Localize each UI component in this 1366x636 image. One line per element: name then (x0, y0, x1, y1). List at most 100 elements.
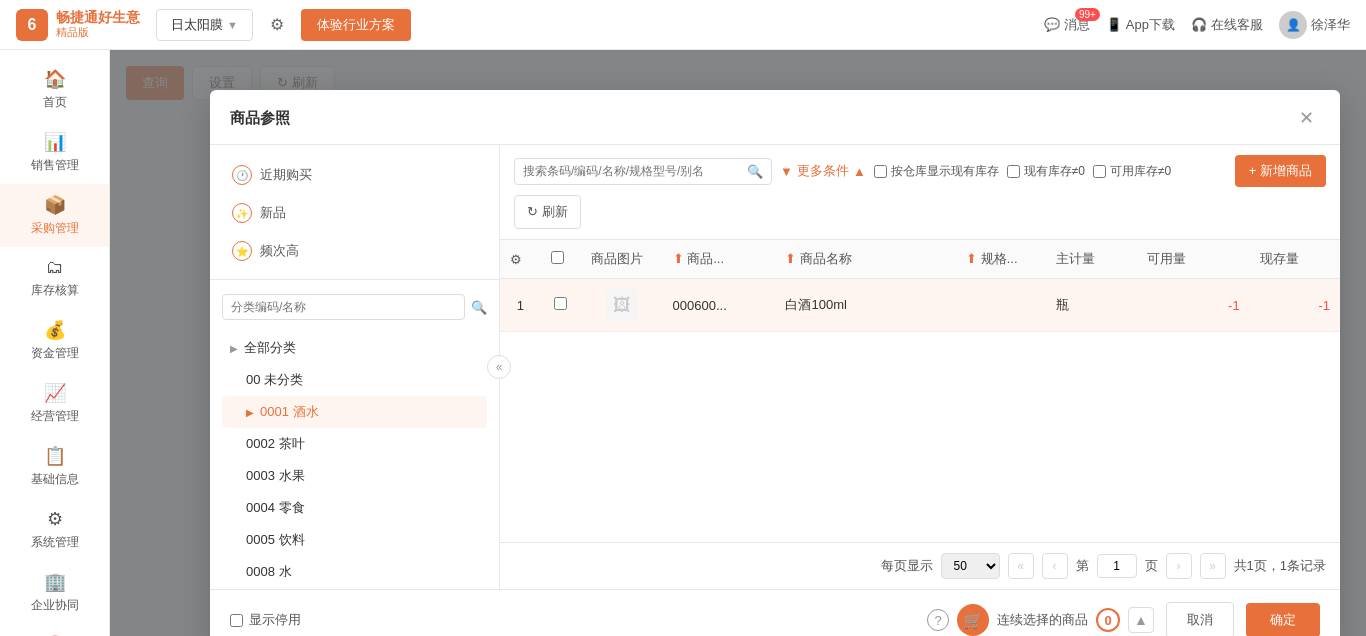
col-header-spec[interactable]: ⬆ 规格... (956, 240, 1046, 279)
sidebar-item-enterprise[interactable]: 🏢 企业协同 (0, 561, 109, 624)
row-code-cell: 000600... (663, 279, 776, 332)
col-header-img: 商品图片 (581, 240, 662, 279)
tab-high-frequency[interactable]: ⭐ 频次高 (222, 233, 487, 269)
tree-item-0004[interactable]: 0004 零食 (222, 492, 487, 524)
per-page-select[interactable]: 50 10 20 100 (941, 553, 1000, 579)
add-product-button[interactable]: + 新增商品 (1235, 155, 1326, 187)
user-nav-item[interactable]: 👤 徐泽华 (1279, 11, 1350, 39)
usable-stock-checkbox[interactable] (1093, 165, 1106, 178)
more-filter-button[interactable]: ▼ 更多条件 ▲ (780, 162, 866, 180)
tree-label-0004: 0004 零食 (246, 499, 305, 517)
left-panel-tabs: 🕐 近期购买 ✨ 新品 ⭐ 频次高 (210, 157, 499, 269)
logo-area: 6 畅捷通好生意 精品版 (16, 9, 140, 41)
sidebar-item-guide[interactable]: 🎯 新手引导 (0, 624, 109, 636)
sidebar-item-home[interactable]: 🏠 首页 (0, 58, 109, 121)
store-selector[interactable]: 日太阳膜 ▼ (156, 9, 253, 41)
collapse-left-panel-button[interactable]: « (487, 355, 511, 379)
first-page-button[interactable]: « (1008, 553, 1034, 579)
col-header-checkbox[interactable] (541, 240, 582, 279)
row-spec-cell (956, 279, 1046, 332)
checkbox-usable-stock-filter[interactable]: 可用库存≠0 (1093, 163, 1171, 180)
warehouse-checkbox[interactable] (874, 165, 887, 178)
warehouse-filter-label: 按仓库显示现有库存 (891, 163, 999, 180)
show-disabled-checkbox[interactable] (230, 614, 243, 627)
row-available-cell: -1 (1137, 279, 1250, 332)
message-icon: 💬 (1044, 17, 1060, 32)
modal-close-button[interactable]: ✕ (1292, 104, 1320, 132)
tree-item-0005[interactable]: 0005 饮料 (222, 524, 487, 556)
col-name-sort-icon: ⬆ (785, 251, 796, 266)
sidebar-label-enterprise: 企业协同 (31, 597, 79, 614)
tab-recent-purchase[interactable]: 🕐 近期购买 (222, 157, 487, 193)
category-tree: ▶ 全部分类 00 未分类 ▶ 0001 酒水 0002 茶叶 (210, 324, 499, 577)
sidebar-item-inventory[interactable]: 🗂 库存核算 (0, 247, 109, 309)
tree-item-0003[interactable]: 0003 水果 (222, 460, 487, 492)
sidebar-label-system: 系统管理 (31, 534, 79, 551)
table-row[interactable]: 1 🖼 000600... 白酒100ml 瓶 -1 (500, 279, 1340, 332)
select-all-checkbox[interactable] (551, 251, 564, 264)
dropdown-arrow-icon: ▼ (227, 19, 238, 31)
prev-page-button[interactable]: ‹ (1042, 553, 1068, 579)
sidebar-item-basic[interactable]: 📋 基础信息 (0, 435, 109, 498)
col-code-label: 商品... (687, 251, 724, 266)
refresh-button[interactable]: ↻ 刷新 (514, 195, 581, 229)
product-search-box[interactable]: 🔍 (514, 158, 772, 185)
col-header-available: 可用量 (1137, 240, 1250, 279)
tree-item-00[interactable]: 00 未分类 (222, 364, 487, 396)
show-disabled-label: 显示停用 (249, 611, 301, 629)
tree-item-0008[interactable]: 0008 水 (222, 556, 487, 577)
finance-icon: 💰 (44, 319, 66, 341)
tree-item-0002[interactable]: 0002 茶叶 (222, 428, 487, 460)
page-number-input[interactable] (1097, 554, 1137, 578)
page-total-label: 共1页，1条记录 (1234, 557, 1326, 575)
message-nav-item[interactable]: 💬 消息 99 (1044, 16, 1090, 34)
category-search-icon[interactable]: 🔍 (471, 300, 487, 315)
per-page-label: 每页显示 (881, 557, 933, 575)
available-stock-checkbox[interactable] (1007, 165, 1020, 178)
tree-item-all[interactable]: ▶ 全部分类 (222, 332, 487, 364)
page-suffix: 页 (1145, 557, 1158, 575)
sidebar: 🏠 首页 📊 销售管理 📦 采购管理 🗂 库存核算 💰 资金管理 📈 经营管理 … (0, 50, 110, 636)
experience-button[interactable]: 体验行业方案 (301, 9, 411, 41)
tab-recent-purchase-label: 近期购买 (260, 166, 312, 184)
col-header-name[interactable]: ⬆ 商品名称 (775, 240, 956, 279)
category-search-input[interactable] (222, 294, 465, 320)
sidebar-label-finance: 资金管理 (31, 345, 79, 362)
home-icon: 🏠 (44, 68, 66, 90)
col-header-code[interactable]: ⬆ 商品... (663, 240, 776, 279)
customer-service-nav-item[interactable]: 🎧 在线客服 (1191, 16, 1263, 34)
sidebar-item-operation[interactable]: 📈 经营管理 (0, 372, 109, 435)
inventory-icon: 🗂 (46, 257, 64, 278)
sidebar-item-system[interactable]: ⚙ 系统管理 (0, 498, 109, 561)
top-nav: 6 畅捷通好生意 精品版 日太阳膜 ▼ ⚙ 体验行业方案 💬 消息 99 📱 A… (0, 0, 1366, 50)
usable-stock-filter-label: 可用库存≠0 (1110, 163, 1171, 180)
help-icon[interactable]: ? (927, 609, 949, 631)
settings-gear-icon[interactable]: ⚙ (261, 9, 293, 41)
sidebar-item-sales[interactable]: 📊 销售管理 (0, 121, 109, 184)
cancel-button[interactable]: 取消 (1166, 602, 1234, 636)
col-header-settings[interactable]: ⚙ (500, 240, 541, 279)
product-search-icon: 🔍 (747, 164, 763, 179)
operation-icon: 📈 (44, 382, 66, 404)
sidebar-label-purchase: 采购管理 (31, 220, 79, 237)
checkbox-warehouse-filter[interactable]: 按仓库显示现有库存 (874, 163, 999, 180)
app-download-nav-item[interactable]: 📱 App下载 (1106, 16, 1175, 34)
next-page-button[interactable]: › (1166, 553, 1192, 579)
tree-item-0001[interactable]: ▶ 0001 酒水 (222, 396, 487, 428)
product-table: ⚙ 商品图片 ⬆ 商品... ⬆ 商品名称 (500, 240, 1340, 332)
row-name-cell: 白酒100ml (775, 279, 956, 332)
last-page-button[interactable]: » (1200, 553, 1226, 579)
row-checkbox[interactable] (554, 297, 567, 310)
product-search-input[interactable] (523, 164, 743, 178)
sidebar-item-finance[interactable]: 💰 资金管理 (0, 309, 109, 372)
checkbox-available-stock-filter[interactable]: 现有库存≠0 (1007, 163, 1085, 180)
tab-new-product[interactable]: ✨ 新品 (222, 195, 487, 231)
row-checkbox-cell[interactable] (541, 279, 582, 332)
tree-label-0005: 0005 饮料 (246, 531, 305, 549)
collapse-cart-button[interactable]: ▲ (1128, 607, 1154, 633)
cart-icon-button[interactable]: 🛒 (957, 604, 989, 636)
show-disabled-checkbox-label[interactable]: 显示停用 (230, 611, 301, 629)
confirm-button[interactable]: 确定 (1246, 603, 1320, 636)
logo-sub: 精品版 (56, 25, 140, 40)
sidebar-item-purchase[interactable]: 📦 采购管理 (0, 184, 109, 247)
